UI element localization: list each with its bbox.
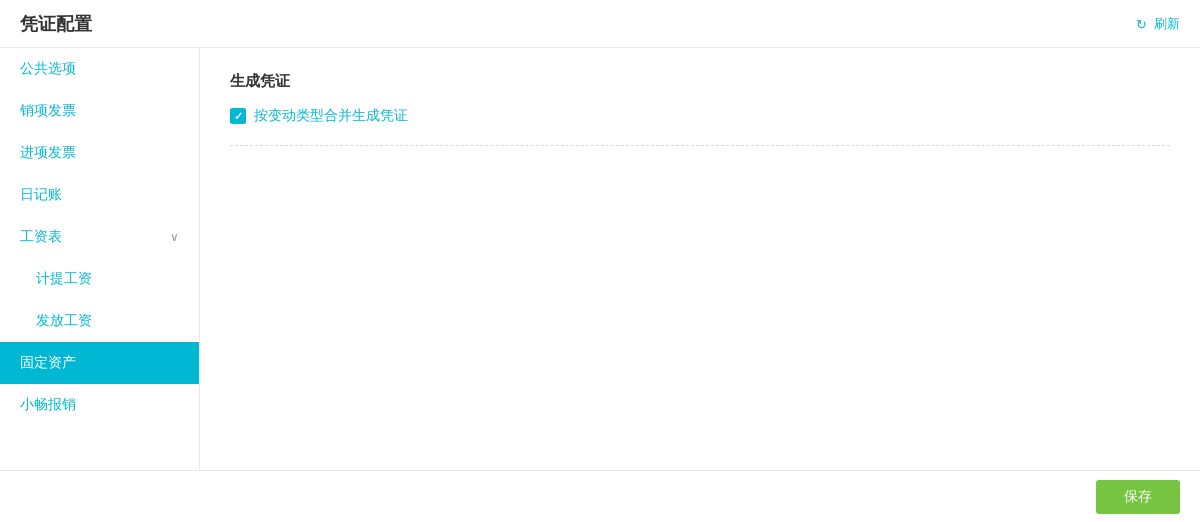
section-divider [230, 145, 1170, 146]
sidebar-item-sales-invoice[interactable]: 销项发票 [0, 90, 199, 132]
refresh-icon: ↻ [1136, 17, 1150, 31]
footer: 保存 [0, 470, 1200, 522]
sidebar-item-row-payroll-table: 工资表 ∨ [20, 228, 179, 246]
sidebar-item-journal[interactable]: 日记账 [0, 174, 199, 216]
section-title: 生成凭证 [230, 72, 1170, 91]
merge-voucher-label[interactable]: 按变动类型合并生成凭证 [254, 107, 408, 125]
sidebar-item-fixed-assets[interactable]: 固定资产 [0, 342, 199, 384]
sidebar-item-label-payroll-pay: 发放工资 [36, 312, 92, 328]
sidebar-item-label-sales-invoice: 销项发票 [20, 102, 76, 118]
sidebar: 公共选项销项发票进项发票日记账工资表 ∨ 计提工资发放工资固定资产小畅报销 [0, 48, 200, 470]
content-panel: 生成凭证 ✓ 按变动类型合并生成凭证 [200, 48, 1200, 470]
sidebar-item-payroll-calc[interactable]: 计提工资 [0, 258, 199, 300]
sidebar-item-expense-reimbursement[interactable]: 小畅报销 [0, 384, 199, 426]
sidebar-item-label-payroll-table: 工资表 [20, 228, 62, 246]
sidebar-item-public-options[interactable]: 公共选项 [0, 48, 199, 90]
page-wrapper: 凭证配置 ↻ 刷新 公共选项销项发票进项发票日记账工资表 ∨ 计提工资发放工资固定资… [0, 0, 1200, 522]
save-button[interactable]: 保存 [1096, 480, 1180, 514]
sidebar-item-payroll-pay[interactable]: 发放工资 [0, 300, 199, 342]
merge-voucher-row: ✓ 按变动类型合并生成凭证 [230, 107, 1170, 125]
refresh-button[interactable]: ↻ 刷新 [1136, 15, 1180, 33]
merge-voucher-checkbox[interactable]: ✓ [230, 108, 246, 124]
sidebar-item-payroll-table[interactable]: 工资表 ∨ [0, 216, 199, 258]
check-icon: ✓ [234, 110, 243, 123]
sidebar-item-label-purchase-invoice: 进项发票 [20, 144, 76, 160]
sidebar-item-label-fixed-assets: 固定资产 [20, 354, 76, 370]
chevron-down-icon: ∨ [170, 230, 179, 244]
sidebar-item-label-payroll-calc: 计提工资 [36, 270, 92, 286]
sidebar-item-purchase-invoice[interactable]: 进项发票 [0, 132, 199, 174]
refresh-label: 刷新 [1154, 15, 1180, 33]
sidebar-item-label-expense-reimbursement: 小畅报销 [20, 396, 76, 412]
header: 凭证配置 ↻ 刷新 [0, 0, 1200, 48]
page-title: 凭证配置 [20, 12, 92, 36]
main-content: 公共选项销项发票进项发票日记账工资表 ∨ 计提工资发放工资固定资产小畅报销 生成凭证… [0, 48, 1200, 470]
sidebar-item-label-journal: 日记账 [20, 186, 62, 202]
sidebar-item-label-public-options: 公共选项 [20, 60, 76, 76]
